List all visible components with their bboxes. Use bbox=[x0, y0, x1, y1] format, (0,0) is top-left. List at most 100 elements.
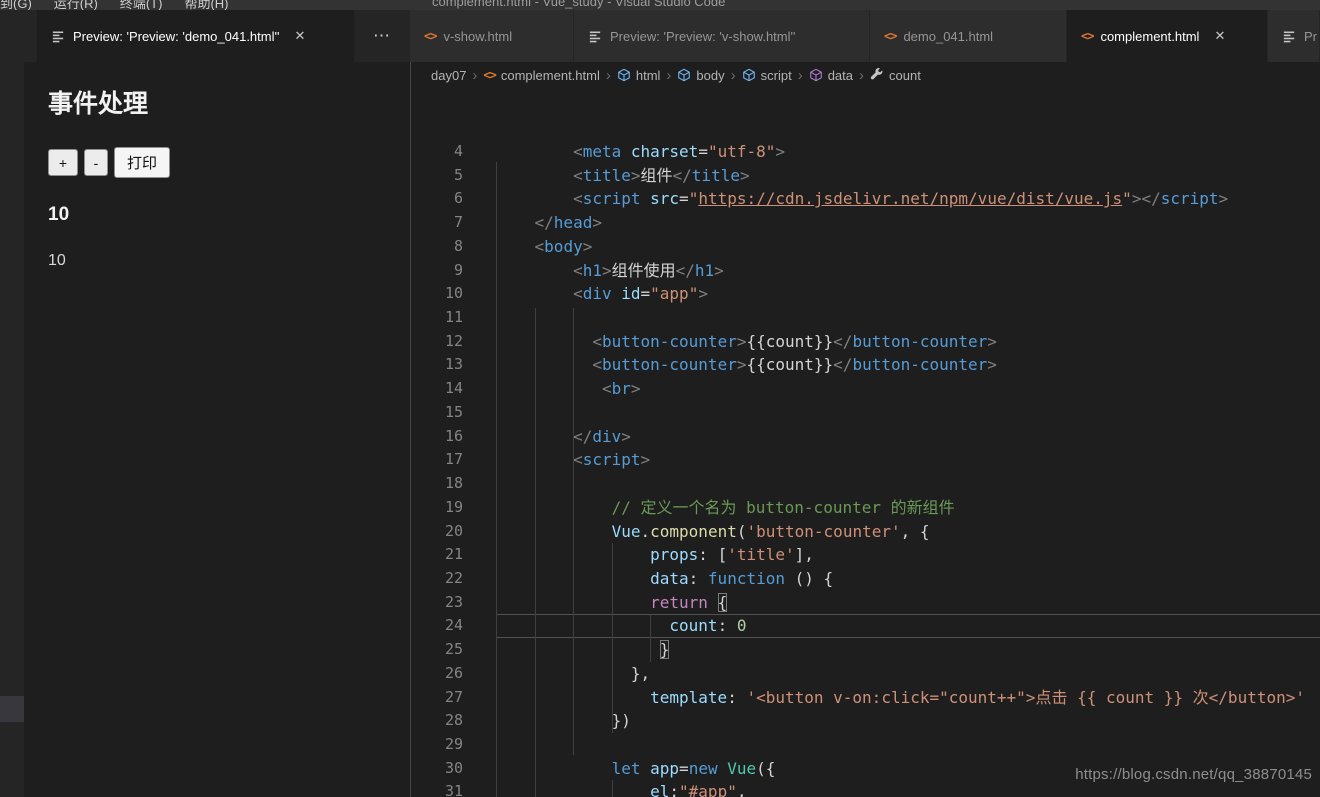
code-line[interactable]: 16 </div> bbox=[411, 425, 1320, 449]
current-line-highlight bbox=[496, 614, 1320, 639]
breadcrumb-label: body bbox=[696, 67, 725, 83]
menu-item[interactable]: 终端(T) bbox=[120, 0, 163, 10]
count-display-plain: 10 bbox=[48, 252, 66, 269]
tab-label: v-show.html bbox=[443, 28, 513, 44]
preview-webview: 事件处理 + - 打印 10 10 bbox=[24, 62, 410, 797]
menu-item[interactable]: 转到(G) bbox=[0, 0, 32, 10]
indent-guide bbox=[496, 162, 497, 797]
tab-preview-demo-041[interactable]: Preview: 'Preview: 'demo_041.html'' ✕ bbox=[37, 10, 355, 62]
tab-label: complement.html bbox=[1100, 28, 1200, 44]
tab-complement-html[interactable]: <> complement.html ✕ bbox=[1067, 10, 1268, 62]
line-number: 21 bbox=[444, 545, 463, 564]
preview-icon bbox=[51, 29, 66, 44]
line-number: 10 bbox=[444, 284, 463, 303]
html-file-icon: <> bbox=[1081, 29, 1094, 43]
code-line[interactable]: 10 <div id="app"> bbox=[411, 282, 1320, 306]
window-title: complement.html - Vue_study - Visual Stu… bbox=[432, 0, 726, 9]
code-line[interactable]: 5 <title>组件</title> bbox=[411, 164, 1320, 188]
editor-tab-bar: <> v-show.html Preview: 'Preview: 'v-show.… bbox=[410, 10, 1320, 62]
code-line[interactable]: 22 data: function () { bbox=[411, 567, 1320, 591]
code-line[interactable]: 26 }, bbox=[411, 662, 1320, 686]
line-content: <button-counter>{{count}}</button-counte… bbox=[592, 331, 997, 351]
print-button[interactable]: 打印 bbox=[114, 147, 171, 178]
line-content: <script src="https://cdn.jsdelivr.net/np… bbox=[573, 189, 1229, 209]
preview-heading: 事件处理 bbox=[48, 90, 149, 118]
line-number: 17 bbox=[444, 450, 463, 469]
code-line[interactable]: 25 } bbox=[411, 638, 1320, 662]
line-number: 15 bbox=[444, 402, 463, 421]
line-number: 18 bbox=[444, 474, 463, 493]
breadcrumb-item-script[interactable]: script bbox=[742, 68, 792, 83]
code-line[interactable]: 8 <body> bbox=[411, 235, 1320, 259]
minus-button[interactable]: - bbox=[84, 149, 108, 176]
line-content: props: ['title'], bbox=[650, 545, 814, 565]
line-content bbox=[463, 472, 496, 496]
code-line[interactable]: 13 <button-counter>{{count}}</button-cou… bbox=[411, 353, 1320, 377]
menu-item[interactable]: 帮助(H) bbox=[184, 0, 228, 10]
plus-button[interactable]: + bbox=[48, 149, 78, 176]
line-content: let app=new Vue({ bbox=[611, 758, 776, 778]
code-line[interactable]: 19 // 定义一个名为 button-counter 的新组件 bbox=[411, 496, 1320, 520]
line-number: 8 bbox=[453, 236, 463, 255]
code-line[interactable]: 21 props: ['title'], bbox=[411, 543, 1320, 567]
code-line[interactable]: 7 </head> bbox=[411, 211, 1320, 235]
code-line[interactable]: 9 <h1>组件使用</h1> bbox=[411, 259, 1320, 283]
menu-item[interactable]: 运行(R) bbox=[54, 0, 98, 10]
breadcrumb-item-day07[interactable]: day07 bbox=[431, 68, 466, 83]
breadcrumb-item-body[interactable]: body bbox=[677, 67, 725, 83]
chevron-right-icon: › bbox=[859, 66, 864, 84]
code-editor[interactable]: 4 <meta charset="utf-8"> 5 <title>组件</tit… bbox=[411, 140, 1320, 797]
line-content: template: '<button v-on:click="count++">… bbox=[650, 687, 1305, 707]
code-lines: 4 <meta charset="utf-8"> 5 <title>组件</tit… bbox=[411, 140, 1320, 797]
preview-icon bbox=[588, 29, 603, 44]
line-number: 31 bbox=[444, 782, 463, 797]
code-line[interactable]: 14 <br> bbox=[411, 377, 1320, 401]
line-content: <button-counter>{{count}}</button-counte… bbox=[592, 355, 997, 375]
code-line[interactable]: 27 template: '<button v-on:click="count+… bbox=[411, 686, 1320, 710]
indent-guide bbox=[573, 308, 574, 755]
tab-demo-041-html[interactable]: <> demo_041.html bbox=[870, 10, 1067, 62]
code-line[interactable]: 28 }) bbox=[411, 709, 1320, 733]
indent-guide bbox=[611, 780, 613, 797]
code-line[interactable]: 29 bbox=[411, 733, 1320, 757]
tab-label: Pr bbox=[1304, 28, 1317, 44]
breadcrumb-item-html[interactable]: html bbox=[617, 68, 660, 83]
code-line[interactable]: 20 Vue.component('button-counter', { bbox=[411, 520, 1320, 544]
close-icon[interactable]: ✕ bbox=[294, 28, 305, 44]
code-line[interactable]: 17 <script> bbox=[411, 448, 1320, 472]
tab-preview-preview-v-show-html-[interactable]: Preview: 'Preview: 'v-show.html'' bbox=[574, 10, 870, 62]
breadcrumb-item-complement-html[interactable]: <> complement.html bbox=[483, 68, 599, 83]
line-content: }, bbox=[630, 663, 651, 683]
tab-pr[interactable]: Pr bbox=[1268, 10, 1320, 62]
line-number: 16 bbox=[444, 426, 463, 445]
more-actions-button[interactable]: ⋯ bbox=[365, 24, 399, 48]
watermark: https://blog.csdn.net/qq_38870145 bbox=[1075, 766, 1312, 783]
line-number: 27 bbox=[444, 687, 463, 706]
breadcrumb-item-count[interactable]: count bbox=[870, 68, 921, 83]
line-number: 14 bbox=[444, 379, 463, 398]
tab-label: Preview: 'Preview: 'v-show.html'' bbox=[610, 28, 796, 44]
code-line[interactable]: 15 bbox=[411, 401, 1320, 425]
code-line[interactable]: 6 <script src="https://cdn.jsdelivr.net/… bbox=[411, 187, 1320, 211]
code-line[interactable]: 12 <button-counter>{{count}}</button-cou… bbox=[411, 330, 1320, 354]
close-icon[interactable]: ✕ bbox=[1214, 28, 1225, 44]
indent-guide bbox=[534, 308, 536, 797]
breadcrumb-item-data[interactable]: data bbox=[809, 68, 853, 83]
line-number: 12 bbox=[444, 331, 463, 350]
code-line[interactable]: 18 bbox=[411, 472, 1320, 496]
tab-v-show-html[interactable]: <> v-show.html bbox=[410, 10, 574, 62]
line-content: <title>组件</title> bbox=[573, 165, 750, 185]
html-file-icon: <> bbox=[424, 29, 437, 43]
sidebar-drag-handle[interactable] bbox=[0, 696, 24, 722]
line-number: 28 bbox=[444, 711, 463, 730]
code-line[interactable]: 4 <meta charset="utf-8"> bbox=[411, 140, 1320, 164]
menu-bar: 转到(G) 运行(R) 终端(T) 帮助(H) bbox=[0, 0, 228, 10]
sidebar-strip bbox=[0, 10, 24, 797]
preview-editor-group: Preview: 'Preview: 'demo_041.html'' ✕ ⋯ … bbox=[24, 10, 410, 797]
code-line[interactable]: 11 bbox=[411, 306, 1320, 330]
chevron-right-icon: › bbox=[605, 66, 611, 84]
line-number: 24 bbox=[444, 616, 463, 635]
editor-main: day07 › <> complement.html › html › body › script… bbox=[410, 62, 1320, 797]
code-line[interactable]: 23 return { bbox=[411, 591, 1320, 615]
line-number: 26 bbox=[444, 663, 463, 682]
